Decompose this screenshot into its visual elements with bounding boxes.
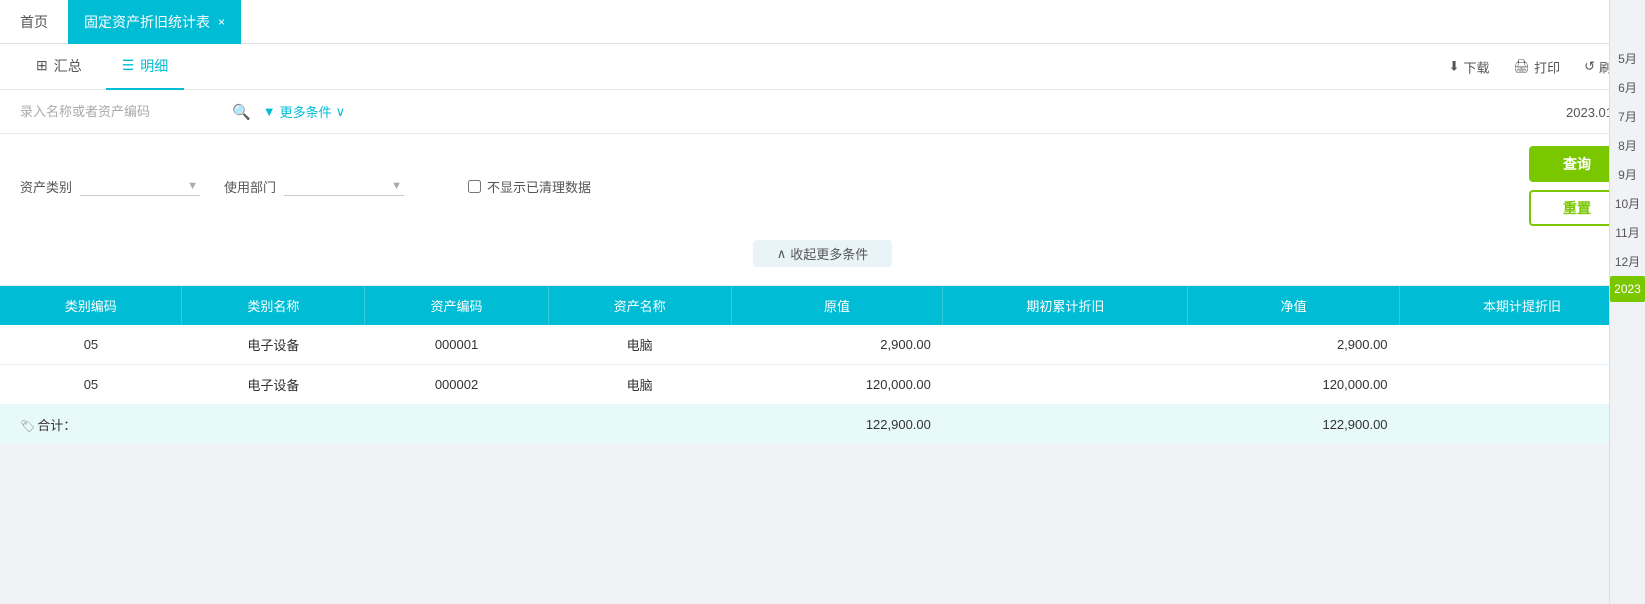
cell-net-value: 120,000.00	[1188, 365, 1400, 405]
print-button[interactable]: 🖨 打印	[1514, 57, 1561, 76]
cell-asset-code: 000002	[365, 365, 548, 405]
cell-original: 2,900.00	[731, 325, 943, 365]
cell-original: 120,000.00	[731, 365, 943, 405]
cell-current-depreciation	[1400, 325, 1645, 365]
print-label: 打印	[1534, 57, 1560, 76]
tab-summary-label: 汇总	[54, 56, 82, 76]
total-original: 122,900.00	[731, 405, 943, 445]
table-row: 05 电子设备 000001 电脑 2,900.00 2,900.00	[0, 325, 1645, 365]
sidebar-month-item[interactable]: 5月	[1613, 44, 1642, 73]
filter-icon: ▼	[263, 104, 276, 119]
cell-category-name: 电子设备	[182, 365, 365, 405]
sidebar-month-item[interactable]: 8月	[1613, 131, 1642, 160]
tab-summary[interactable]: ⊞ 汇总	[20, 44, 98, 90]
more-conditions-button[interactable]: ▼ 更多条件 ∨	[263, 102, 345, 121]
cell-category-code: 05	[0, 365, 182, 405]
asset-type-select-wrapper: ▼	[80, 176, 200, 196]
cell-asset-name: 电脑	[548, 325, 731, 365]
col-header-net-value: 净值	[1188, 286, 1400, 325]
cell-accumulated	[943, 365, 1188, 405]
col-header-category-name: 类别名称	[182, 286, 365, 325]
search-input[interactable]	[20, 104, 220, 119]
collapse-button[interactable]: ∧ 收起更多条件	[753, 240, 893, 267]
sidebar-month-item[interactable]: 9月	[1613, 160, 1642, 189]
hide-cleared-wrapper: 不显示已清理数据	[468, 177, 591, 196]
dept-field: 使用部门 ▼	[224, 176, 404, 196]
table-header-row: 类别编码 类别名称 资产编码 资产名称 原值 期初累计折旧 净值 本期计提折旧	[0, 286, 1645, 325]
sidebar-month-item[interactable]: 12月	[1613, 247, 1642, 276]
total-asset-code	[365, 405, 548, 445]
tab-detail[interactable]: ☰ 明细	[106, 44, 185, 90]
date-label: 2023.01	[1566, 90, 1613, 134]
col-header-category-code: 类别编码	[0, 286, 182, 325]
collapse-label: 收起更多条件	[790, 244, 868, 263]
sidebar-month-item[interactable]: 11月	[1613, 218, 1642, 247]
chevron-down-icon: ∨	[336, 104, 346, 120]
home-nav-item[interactable]: 首页	[0, 0, 68, 44]
download-icon: ⬇	[1449, 59, 1460, 75]
collapse-icon: ∧	[777, 246, 787, 262]
sidebar-month-item[interactable]: 6月	[1613, 73, 1642, 102]
refresh-icon: ↺	[1584, 59, 1595, 75]
total-asset-name	[548, 405, 731, 445]
hide-cleared-label: 不显示已清理数据	[487, 177, 591, 196]
table-row: 05 电子设备 000002 电脑 120,000.00 120,000.00	[0, 365, 1645, 405]
col-header-original: 原值	[731, 286, 943, 325]
total-label: 🏷合计：	[0, 405, 365, 445]
cell-asset-name: 电脑	[548, 365, 731, 405]
col-header-asset-code: 资产编码	[365, 286, 548, 325]
col-header-accumulated: 期初累计折旧	[943, 286, 1188, 325]
print-icon: 🖨	[1514, 59, 1531, 75]
download-button[interactable]: ⬇ 下载	[1449, 57, 1490, 76]
sidebar-month-item[interactable]: 7月	[1613, 102, 1642, 131]
table-wrapper: 类别编码 类别名称 资产编码 资产名称 原值 期初累计折旧 净值 本期计提折旧 …	[0, 286, 1645, 445]
collapse-bar: ∧ 收起更多条件	[20, 234, 1625, 273]
more-conditions-label: 更多条件	[280, 102, 332, 121]
fixed-assets-tab[interactable]: 固定资产折旧统计表 ×	[68, 0, 241, 44]
dept-select-wrapper: ▼	[284, 176, 404, 196]
data-table: 类别编码 类别名称 资产编码 资产名称 原值 期初累计折旧 净值 本期计提折旧 …	[0, 286, 1645, 445]
col-header-asset-name: 资产名称	[548, 286, 731, 325]
total-current	[1400, 405, 1645, 445]
cell-accumulated	[943, 325, 1188, 365]
sidebar-month-item[interactable]: 10月	[1613, 189, 1642, 218]
tab-close-icon[interactable]: ×	[218, 15, 225, 29]
filter-bar: 🔍 ▼ 更多条件 ∨ 2023.01 ❯	[0, 90, 1645, 134]
total-row: 🏷合计： 122,900.00 122,900.00	[0, 405, 1645, 445]
total-icon: 🏷	[20, 419, 35, 433]
cell-net-value: 2,900.00	[1188, 325, 1400, 365]
top-nav: 首页 固定资产折旧统计表 × ×	[0, 0, 1645, 44]
dept-label: 使用部门	[224, 177, 276, 196]
cell-current-depreciation	[1400, 365, 1645, 405]
hide-cleared-checkbox[interactable]	[468, 180, 481, 193]
cell-category-code: 05	[0, 325, 182, 365]
year-badge: 2023	[1610, 276, 1645, 302]
tab-label: 固定资产折旧统计表	[84, 12, 210, 32]
asset-type-label: 资产类别	[20, 177, 72, 196]
toolbar-right: ⬇ 下载 🖨 打印 ↺ 刷新	[1449, 57, 1625, 76]
tab-detail-label: 明细	[140, 56, 168, 76]
filter-row-1: 资产类别 ▼ 使用部门 ▼ 不显示已清理数据 查询 重置	[20, 146, 1625, 226]
total-net-value: 122,900.00	[1188, 405, 1400, 445]
right-sidebar: 5月6月7月8月9月10月11月12月 2023	[1609, 0, 1645, 604]
asset-type-field: 资产类别 ▼	[20, 176, 200, 196]
summary-icon: ⊞	[36, 57, 48, 74]
dept-select[interactable]	[284, 176, 404, 196]
asset-type-select[interactable]	[80, 176, 200, 196]
search-icon[interactable]: 🔍	[232, 103, 251, 121]
total-accumulated	[943, 405, 1188, 445]
cell-asset-code: 000001	[365, 325, 548, 365]
filter-bar-wrapper: 🔍 ▼ 更多条件 ∨ 2023.01 ❯	[0, 90, 1645, 134]
sub-tab-bar: ⊞ 汇总 ☰ 明细 ⬇ 下载 🖨 打印 ↺ 刷新	[0, 44, 1645, 90]
col-header-current-depreciation: 本期计提折旧	[1400, 286, 1645, 325]
detail-icon: ☰	[122, 57, 135, 74]
filter-advanced: 资产类别 ▼ 使用部门 ▼ 不显示已清理数据 查询 重置	[0, 134, 1645, 286]
download-label: 下载	[1464, 57, 1490, 76]
cell-category-name: 电子设备	[182, 325, 365, 365]
